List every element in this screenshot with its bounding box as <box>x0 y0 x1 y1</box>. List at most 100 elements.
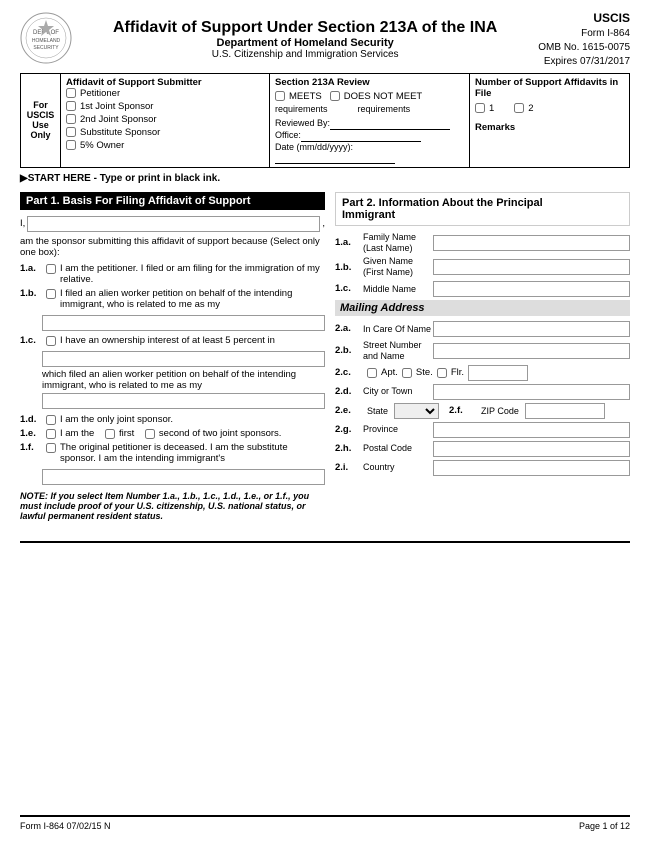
date-row: Date (mm/dd/yyyy): <box>275 142 464 164</box>
uscis-label: USCIS <box>538 10 630 27</box>
substitute-checkbox-row: Substitute Sponsor <box>66 127 264 138</box>
state-select[interactable]: ALAKAZCA COCTFLGA HIIDILNY TXWA <box>394 403 439 419</box>
given-name-input[interactable] <box>433 259 630 275</box>
petitioner-checkbox[interactable] <box>66 88 76 98</box>
item1c-row: 1.c. I have an ownership interest of at … <box>20 335 325 346</box>
expiry-date: Expires 07/31/2017 <box>538 55 630 69</box>
field-province-row: 2.g. Province <box>335 422 630 438</box>
num1-checkbox-row: 1 <box>475 103 494 114</box>
item1f-checkbox[interactable] <box>46 443 56 453</box>
dept-name: Department of Homeland Security <box>72 37 538 49</box>
sponsor-name-input[interactable] <box>27 216 320 232</box>
street-input[interactable] <box>433 343 630 359</box>
item1b-row: 1.b. I filed an alien worker petition on… <box>20 288 325 310</box>
affidavit-submitter-cell: Affidavit of Support Submitter Petitione… <box>61 73 270 167</box>
apt-checkbox[interactable] <box>367 368 377 378</box>
item1b-checkbox[interactable] <box>46 289 56 299</box>
meets-checkbox[interactable] <box>275 91 285 101</box>
section-213a-cell: Section 213A Review MEETS DOES NOT MEET … <box>270 73 470 167</box>
main-title: Affidavit of Support Under Section 213A … <box>72 19 538 37</box>
remarks-cell: Remarks <box>475 122 624 133</box>
start-here-text: ▶START HERE - Type or print in black ink… <box>20 173 630 184</box>
apt-number-input[interactable] <box>468 365 528 381</box>
joint2-checkbox-row: 2nd Joint Sponsor <box>66 114 264 125</box>
field-family-name-row: 1.a. Family Name(Last Name) <box>335 232 630 254</box>
item1d-row: 1.d. I am the only joint sponsor. <box>20 414 325 425</box>
field-given-name-row: 1.b. Given Name(First Name) <box>335 256 630 278</box>
country-input[interactable] <box>433 460 630 476</box>
item1e-second-checkbox[interactable] <box>145 429 155 439</box>
page-footer: Form I-864 07/02/15 N Page 1 of 12 <box>20 815 630 831</box>
field-apt-row: 2.c. Apt. Ste. Flr. <box>335 365 630 381</box>
does-not-meet-checkbox[interactable] <box>330 91 340 101</box>
uscis-logo: DEPT OF HOMELAND SECURITY <box>20 12 72 67</box>
joint2-checkbox[interactable] <box>66 114 76 124</box>
item1e-row: 1.e. I am the first second of two joint … <box>20 428 325 439</box>
postal-code-input[interactable] <box>433 441 630 457</box>
item1f-input[interactable] <box>42 469 325 485</box>
substitute-checkbox[interactable] <box>66 127 76 137</box>
item1a-row: 1.a. I am the petitioner. I filed or am … <box>20 263 325 285</box>
main-content: Part 1. Basis For Filing Affidavit of Su… <box>20 192 630 521</box>
num1-checkbox[interactable] <box>475 103 485 113</box>
family-name-input[interactable] <box>433 235 630 251</box>
field-in-care-of-row: 2.a. In Care Of Name <box>335 321 630 337</box>
item1c-input2[interactable] <box>42 393 325 409</box>
mailing-address-header: Mailing Address <box>335 300 630 316</box>
item1b-input[interactable] <box>42 315 325 331</box>
item1a-checkbox[interactable] <box>46 264 56 274</box>
for-use-cell: For USCIS Use Only <box>21 73 61 167</box>
item1c-suffix: which filed an alien worker petition on … <box>42 369 325 391</box>
joint1-checkbox-row: 1st Joint Sponsor <box>66 101 264 112</box>
am-text: am the sponsor submitting this affidavit… <box>20 236 325 258</box>
info-table: For USCIS Use Only Affidavit of Support … <box>20 73 630 168</box>
middle-name-input[interactable] <box>433 281 630 297</box>
page-divider <box>20 541 630 543</box>
field-city-row: 2.d. City or Town <box>335 384 630 400</box>
field-postal-row: 2.h. Postal Code <box>335 441 630 457</box>
footer-right: Page 1 of 12 <box>579 821 630 831</box>
agency-name: U.S. Citizenship and Immigration Service… <box>72 49 538 60</box>
form-number: Form I-864 <box>538 27 630 41</box>
num2-checkbox[interactable] <box>514 103 524 113</box>
header-title: Affidavit of Support Under Section 213A … <box>72 19 538 60</box>
item1c-checkbox[interactable] <box>46 336 56 346</box>
item1f-row: 1.f. The original petitioner is deceased… <box>20 442 325 464</box>
in-care-of-input[interactable] <box>433 321 630 337</box>
reviewed-by-row: Reviewed By: <box>275 118 464 130</box>
part2-column: Part 2. Information About the Principal … <box>335 192 630 479</box>
petitioner-checkbox-row: Petitioner <box>66 88 264 99</box>
page: DEPT OF HOMELAND SECURITY Affidavit of S… <box>0 0 650 841</box>
zip-input[interactable] <box>525 403 605 419</box>
does-not-meet-checkbox-row: DOES NOT MEET <box>330 91 422 102</box>
owner-checkbox[interactable] <box>66 140 76 150</box>
header: DEPT OF HOMELAND SECURITY Affidavit of S… <box>20 10 630 69</box>
field-country-row: 2.i. Country <box>335 460 630 476</box>
field-middle-name-row: 1.c. Middle Name <box>335 281 630 297</box>
meets-checkbox-row: MEETS <box>275 91 322 102</box>
svg-text:HOMELAND: HOMELAND <box>32 38 61 44</box>
field-street-row: 2.b. Street Numberand Name <box>335 340 630 362</box>
sponsor-name-row: I, , <box>20 216 325 232</box>
field-state-zip-row: 2.e. State ALAKAZCA COCTFLGA HIIDILNY TX… <box>335 403 630 419</box>
item1c-input1[interactable] <box>42 351 325 367</box>
flr-checkbox[interactable] <box>437 368 447 378</box>
item1e-checkbox[interactable] <box>46 429 56 439</box>
part1-column: Part 1. Basis For Filing Affidavit of Su… <box>20 192 325 521</box>
svg-text:SECURITY: SECURITY <box>33 45 59 51</box>
office-row: Office: <box>275 130 464 142</box>
omb-number: OMB No. 1615-0075 <box>538 41 630 55</box>
number-support-cell: Number of Support Affidavits in File 1 2… <box>470 73 630 167</box>
province-input[interactable] <box>433 422 630 438</box>
note-text: NOTE: If you select Item Number 1.a., 1.… <box>20 491 325 521</box>
city-input[interactable] <box>433 384 630 400</box>
item1d-checkbox[interactable] <box>46 415 56 425</box>
num2-checkbox-row: 2 <box>514 103 533 114</box>
part1-header: Part 1. Basis For Filing Affidavit of Su… <box>20 192 325 210</box>
requirements-text: requirements requirements <box>275 104 464 114</box>
joint1-checkbox[interactable] <box>66 101 76 111</box>
part2-header: Part 2. Information About the Principal … <box>335 192 630 226</box>
owner-checkbox-row: 5% Owner <box>66 140 264 151</box>
ste-checkbox[interactable] <box>402 368 412 378</box>
item1e-first-checkbox[interactable] <box>105 429 115 439</box>
